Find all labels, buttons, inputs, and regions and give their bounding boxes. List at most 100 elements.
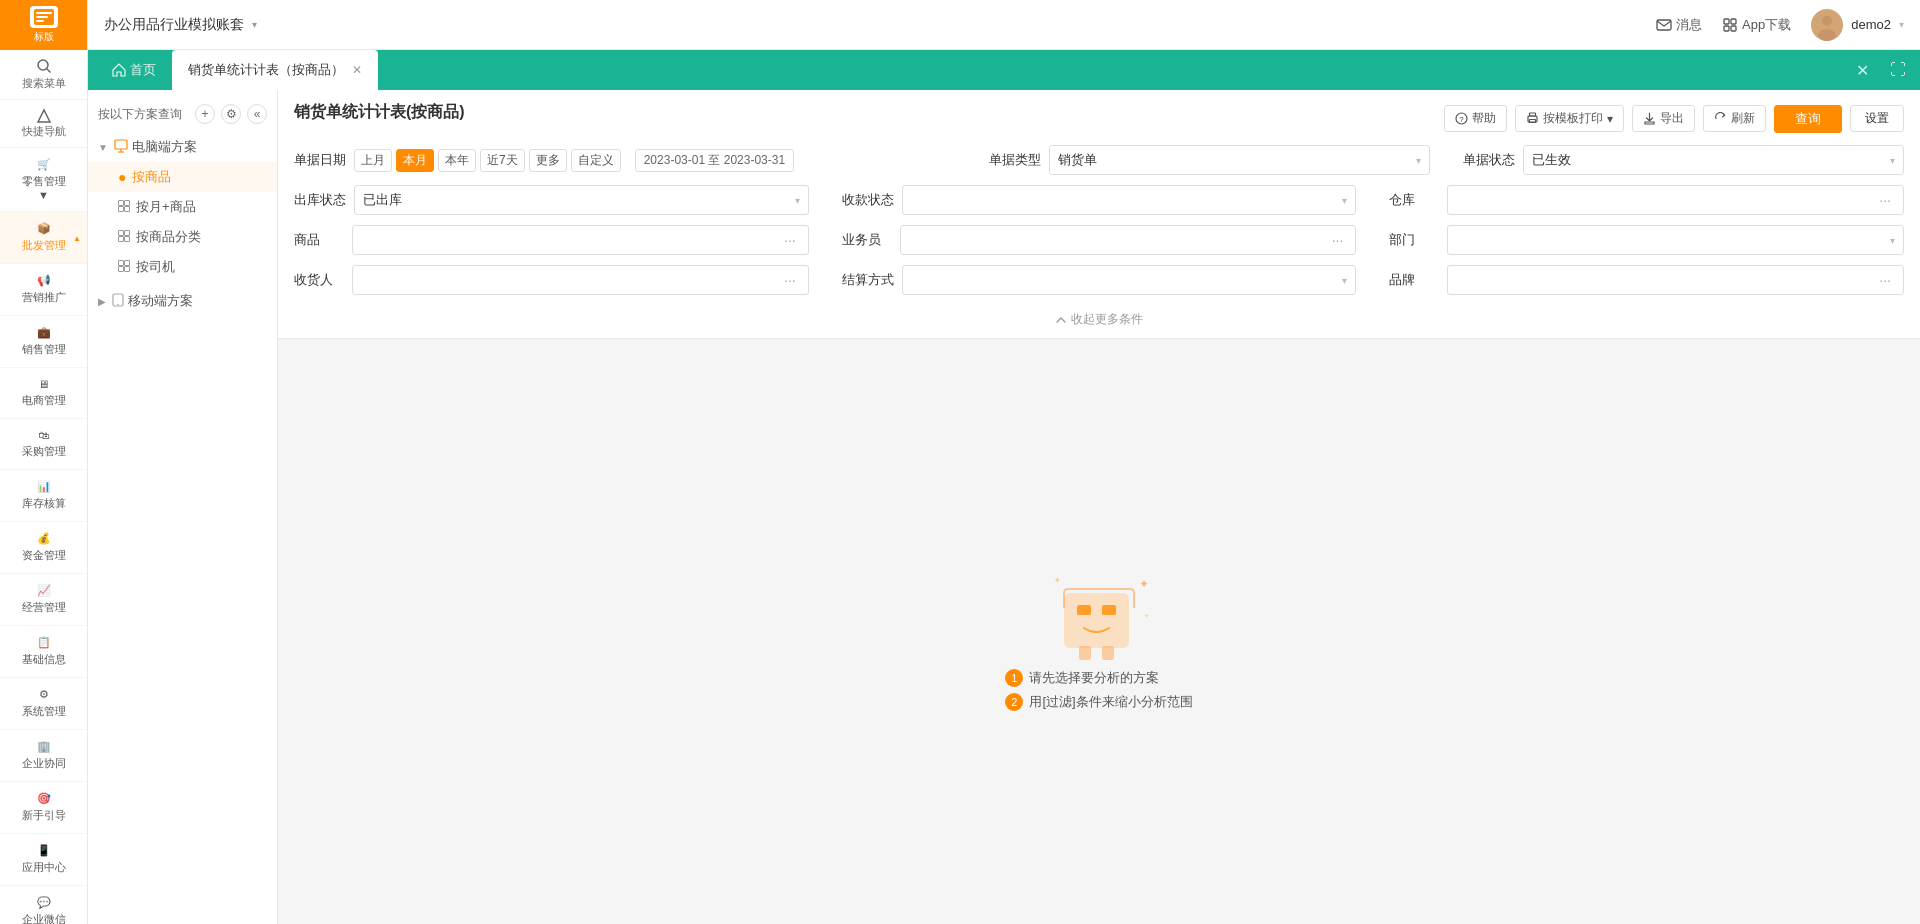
date-range-display[interactable]: 2023-03-01 至 2023-03-31: [635, 149, 794, 172]
help-btn[interactable]: ? 帮助: [1444, 105, 1507, 132]
sidebar-item-marketing[interactable]: 📢 营销推广: [0, 264, 87, 316]
export-icon: [1643, 112, 1656, 125]
tab-close-action[interactable]: ✕: [1848, 56, 1876, 84]
doc-status-select[interactable]: 已生效 ▾: [1523, 145, 1904, 175]
search-icon: [36, 58, 52, 74]
svg-text:✦: ✦: [1054, 576, 1061, 585]
sidebar-item-ecommerce[interactable]: 🖥 电商管理: [0, 368, 87, 419]
marketing-label: 营销推广: [22, 290, 66, 305]
consignee-dots[interactable]: ···: [780, 272, 800, 288]
filter-area: 销货单统计计表(按商品) ? 帮助: [278, 90, 1920, 339]
query-btn[interactable]: 查询: [1774, 105, 1842, 133]
ecommerce-label: 电商管理: [22, 393, 66, 408]
date-this-month-btn[interactable]: 本月: [396, 149, 434, 172]
department-label: 部门: [1389, 231, 1439, 249]
user-section[interactable]: demo2 ▾: [1811, 9, 1904, 41]
sales-label: 销售管理: [22, 342, 66, 357]
tab-close-btn[interactable]: ✕: [352, 63, 362, 77]
filter-divider-4: [1372, 185, 1373, 215]
svg-text:?: ?: [1459, 115, 1464, 124]
brand-label: 品牌: [1389, 271, 1439, 289]
svg-rect-28: [119, 267, 124, 272]
collapse-more-btn[interactable]: 收起更多条件: [294, 305, 1904, 338]
tree-parent-mobile[interactable]: ▶ 移动端方案: [88, 286, 277, 316]
print-btn[interactable]: 按模板打印 ▾: [1515, 105, 1624, 132]
date-this-year-btn[interactable]: 本年: [438, 149, 476, 172]
message-action[interactable]: 消息: [1656, 16, 1702, 34]
search-menu-item[interactable]: 搜索菜单: [0, 50, 87, 100]
filter-row-3: 商品 ··· 业务员: [294, 225, 1904, 255]
warehouse-control: ···: [1447, 185, 1904, 215]
warehouse-dots[interactable]: ···: [1875, 192, 1895, 208]
empty-text-area: 1 请先选择要分析的方案 2 用[过滤]条件来缩小分析范围: [1005, 669, 1192, 711]
print-dropdown-icon[interactable]: ▾: [1607, 112, 1613, 126]
wechat-icon: 💬: [37, 896, 51, 909]
add-scheme-btn[interactable]: +: [195, 104, 215, 124]
tree-child-by-month-product[interactable]: 按月+商品: [88, 192, 277, 222]
svg-rect-20: [119, 207, 124, 212]
quick-nav-item[interactable]: 快捷导航: [0, 100, 87, 148]
hint-2-num: 2: [1005, 693, 1023, 711]
payment-method-arrow: ▾: [1342, 275, 1347, 286]
tree-child-by-simi[interactable]: 按司机: [88, 252, 277, 282]
tree-child-by-product-category[interactable]: 按商品分类: [88, 222, 277, 252]
tab-fullscreen-action[interactable]: ⛶: [1884, 56, 1912, 84]
brand-dots[interactable]: ···: [1875, 272, 1895, 288]
department-select[interactable]: ▾: [1447, 225, 1904, 255]
tree-child-by-product[interactable]: ● 按商品: [88, 162, 277, 192]
ecommerce-icon: 🖥: [38, 378, 49, 390]
sidebar-item-retail[interactable]: 🛒 零售管理: [0, 148, 87, 212]
tab-sales-stat-label: 销货单统计计表（按商品）: [188, 61, 344, 79]
date-custom-btn[interactable]: 自定义: [571, 149, 621, 172]
app-logo[interactable]: 标版: [0, 0, 87, 50]
quicknav-label: 快捷导航: [22, 124, 66, 139]
collect-status-select[interactable]: ▾: [902, 185, 1357, 215]
salesperson-select[interactable]: ···: [900, 225, 1357, 255]
help-label: 帮助: [1472, 110, 1496, 127]
refresh-btn[interactable]: 刷新: [1703, 105, 1766, 132]
sidebar-item-sales[interactable]: 💼 销售管理: [0, 316, 87, 368]
svg-rect-22: [119, 231, 124, 236]
date-last-7-days-btn[interactable]: 近7天: [480, 149, 525, 172]
sidebar-item-finance[interactable]: 💰 资金管理: [0, 522, 87, 574]
sidebar-item-system[interactable]: ⚙ 系统管理: [0, 678, 87, 730]
warehouse-select[interactable]: ···: [1447, 185, 1904, 215]
consignee-select[interactable]: ···: [352, 265, 809, 295]
product-select[interactable]: ···: [352, 225, 809, 255]
sidebar-item-purchase[interactable]: 🛍 采购管理: [0, 419, 87, 470]
date-more-btn[interactable]: 更多: [529, 149, 567, 172]
date-last-month-btn[interactable]: 上月: [354, 149, 392, 172]
salesperson-dots[interactable]: ···: [1328, 232, 1348, 248]
tree-parent-pc[interactable]: ▼ 电脑端方案: [88, 132, 277, 162]
svg-rect-21: [125, 207, 130, 212]
settings-btn[interactable]: 设置: [1850, 105, 1904, 132]
sidebar-item-operations[interactable]: 📈 经营管理: [0, 574, 87, 626]
sidebar-item-enterprise[interactable]: 🏢 企业协同: [0, 730, 87, 782]
payment-method-select[interactable]: ▾: [902, 265, 1357, 295]
export-btn[interactable]: 导出: [1632, 105, 1695, 132]
sidebar-item-wechat[interactable]: 💬 企业微信: [0, 886, 87, 924]
system-label: 系统管理: [22, 704, 66, 719]
sidebar-item-basic[interactable]: 📋 基础信息: [0, 626, 87, 678]
tab-home[interactable]: 首页: [96, 50, 172, 90]
sidebar-item-newbie[interactable]: 🎯 新手引导: [0, 782, 87, 834]
svg-rect-39: [1102, 605, 1116, 615]
industry-dropdown-icon[interactable]: ▾: [252, 19, 257, 30]
filter-department: 部门 ▾: [1389, 225, 1904, 255]
settings-scheme-btn[interactable]: ⚙: [221, 104, 241, 124]
sidebar-item-inventory[interactable]: 📊 库存核算: [0, 470, 87, 522]
sidebar-item-appcenter[interactable]: 📱 应用中心: [0, 834, 87, 886]
app-download-label: App下载: [1742, 16, 1791, 34]
product-dots[interactable]: ···: [780, 232, 800, 248]
payment-method-control: ▾: [902, 265, 1357, 295]
pc-icon: [114, 139, 128, 156]
out-status-select[interactable]: 已出库 ▾: [354, 185, 809, 215]
tab-sales-stat[interactable]: 销货单统计计表（按商品） ✕: [172, 50, 378, 90]
app-download-action[interactable]: App下载: [1722, 16, 1791, 34]
doc-type-select[interactable]: 销货单 ▾: [1049, 145, 1430, 175]
brand-select[interactable]: ···: [1447, 265, 1904, 295]
left-panel: 按以下方案查询 + ⚙ « ▼: [88, 90, 278, 924]
sidebar-item-wholesale[interactable]: 📦 批发管理: [0, 212, 87, 264]
collapse-panel-btn[interactable]: «: [247, 104, 267, 124]
enterprise-label: 企业协同: [22, 756, 66, 771]
